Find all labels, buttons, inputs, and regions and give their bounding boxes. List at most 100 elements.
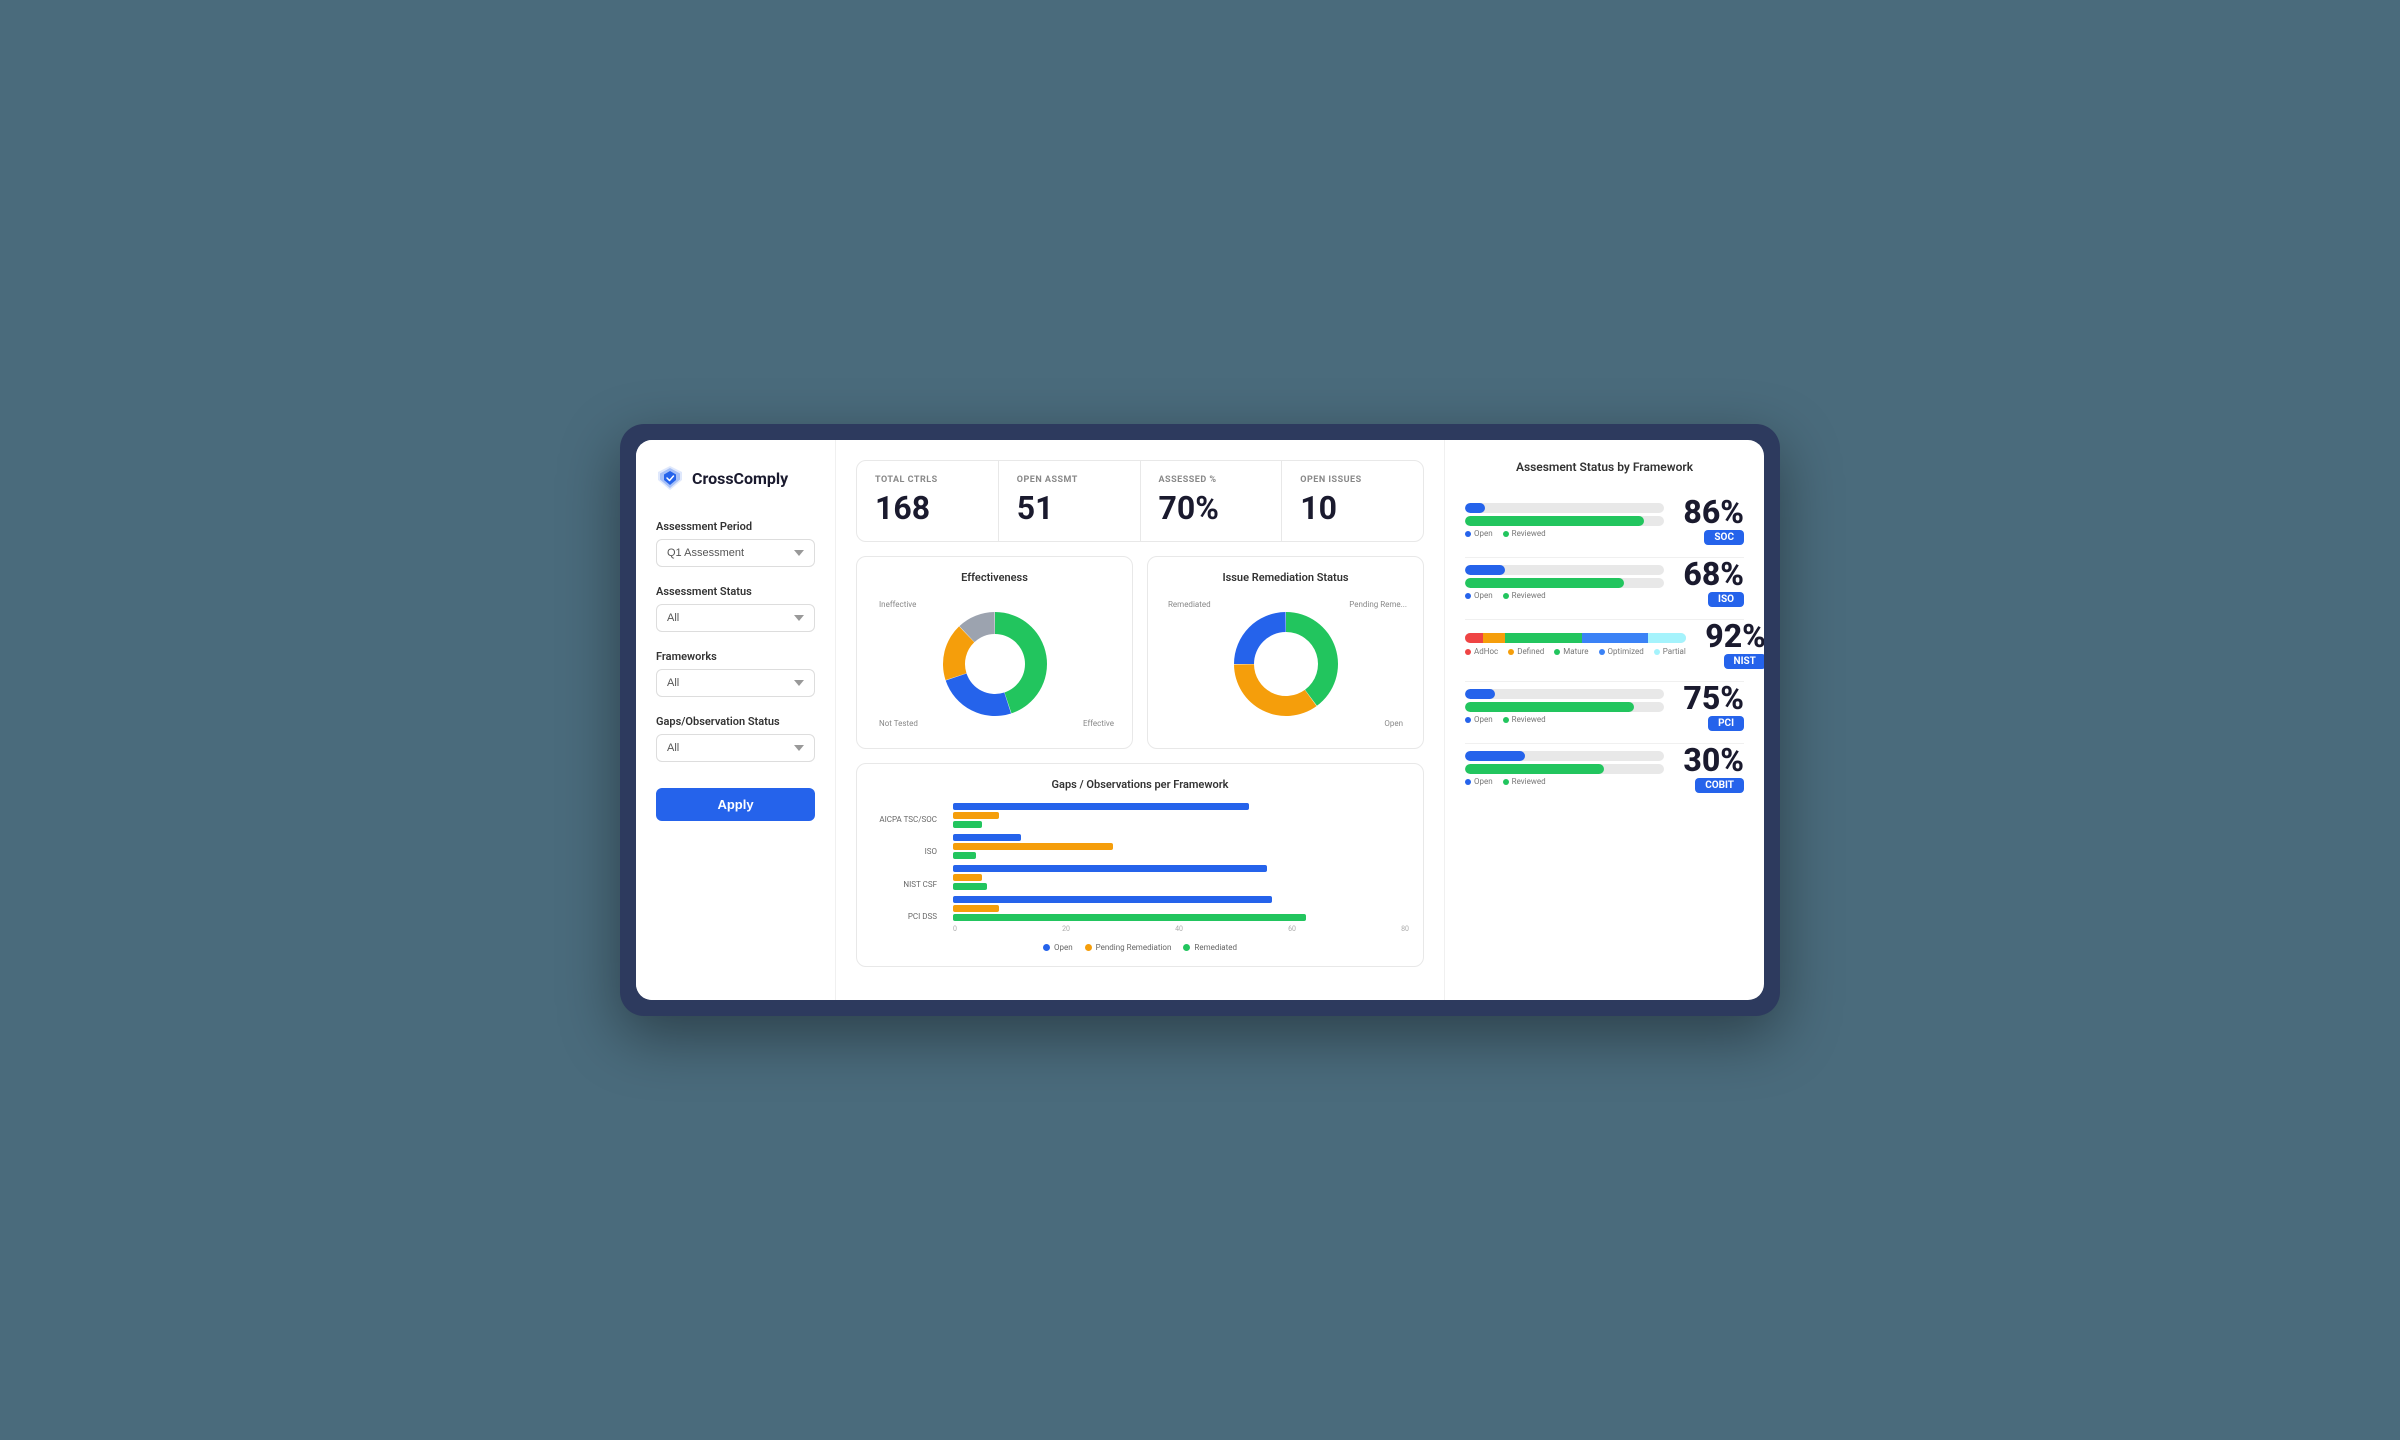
framework-entry-nist: AdHocDefinedMatureOptimizedPartial92%NIS… [1465,620,1744,682]
stat-card-open-issues: OPEN ISSUES10 [1282,461,1423,541]
nist-legend-item: Defined [1508,647,1544,656]
x-tick: 40 [1175,925,1183,933]
fw-legend-dot [1503,531,1509,537]
nist-seg-mature [1505,633,1582,643]
effectiveness-chart-card: Effectiveness Ineffective Not Tested Eff… [856,556,1133,749]
fw-reviewed-bar-track [1465,516,1664,526]
stat-value: 168 [875,489,980,527]
nist-seg-defined [1483,633,1505,643]
x-tick: 0 [953,925,957,933]
fw-open-bar-track [1465,503,1664,513]
filter-label-assessment_period: Assessment Period [656,520,815,533]
fw-bar-legend: OpenReviewed [1465,777,1664,786]
legend-dot [1043,944,1050,951]
filter-select-assessment_status[interactable]: AllOpenClosedIn Progress [656,604,815,632]
bar-pending-remediation [953,843,1113,850]
fw-pct-value: 30% [1683,744,1744,776]
nist-legend-label: Mature [1563,647,1588,656]
bar-row-label: PCI DSS [871,907,941,926]
fw-legend-label: Open [1474,529,1493,538]
fw-legend-item: Open [1465,777,1493,786]
ineffective-label: Ineffective [879,600,916,609]
fw-open-bar-track [1465,751,1664,761]
fw-right-col-cobit: 30% COBIT [1674,744,1744,793]
issue-remediation-donut-container: Remediated Pending Reme... Open [1162,594,1409,734]
fw-pct-value: 92% [1705,620,1764,652]
fw-pct-value: 75% [1683,682,1744,714]
logo-text: CrossComply [692,469,788,488]
fw-legend-label: Reviewed [1512,715,1546,724]
bar-chart-bars [953,803,1409,921]
filter-label-assessment_status: Assessment Status [656,585,815,598]
open-label: Open [1384,719,1403,728]
nist-legend-item: Mature [1554,647,1588,656]
effectiveness-donut-svg [930,599,1060,729]
nist-legend-dot [1554,649,1560,655]
nist-seg-adhoc [1465,633,1483,643]
fw-badge: PCI [1708,716,1744,731]
filter-select-gaps_observation_status[interactable]: AllOpenClosedPending [656,734,815,762]
x-tick: 80 [1401,925,1409,933]
filter-section-assessment_status: Assessment Status AllOpenClosedIn Progres… [656,585,815,632]
nottested-label: Not Tested [879,719,918,728]
issue-remediation-chart-title: Issue Remediation Status [1162,571,1409,584]
bar-remediated [953,883,987,890]
fw-legend-label: Open [1474,777,1493,786]
bar-legend: Open Pending Remediation Remediated [871,943,1409,952]
legend-item: Pending Remediation [1085,943,1172,952]
stat-label: TOTAL CTRLS [875,475,980,485]
legend-label: Open [1054,943,1073,952]
issue-remediation-donut-svg [1221,599,1351,729]
fw-open-bar-track [1465,689,1664,699]
legend-item: Open [1043,943,1073,952]
fw-open-bar-fill [1465,689,1495,699]
filter-select-assessment_period[interactable]: Q1 AssessmentQ2 AssessmentQ3 AssessmentQ… [656,539,815,567]
fw-legend-item: Reviewed [1503,715,1546,724]
filter-label-frameworks: Frameworks [656,650,815,663]
donut-slice-open [1286,612,1338,706]
nist-seg-partial [1648,633,1686,643]
nist-legend-label: Defined [1517,647,1544,656]
apply-button[interactable]: Apply [656,788,815,821]
fw-legend-item: Open [1465,715,1493,724]
gaps-chart-body: AICPA TSC/SOCISONIST CSFPCI DSS 02040608… [871,803,1409,933]
fw-right-col-pci: 75% PCI [1674,682,1744,731]
filter-select-frameworks[interactable]: AllSOCISONISTPCICOBIT [656,669,815,697]
bar-chart-bars-area: 020406080 [953,803,1409,933]
fw-badge: ISO [1708,592,1744,607]
legend-item: Remediated [1183,943,1237,952]
fw-bars-col-cobit: OpenReviewed [1465,751,1664,786]
donut-slice-not-tested [945,674,1010,716]
bar-chart-labels: AICPA TSC/SOCISONIST CSFPCI DSS [871,803,941,933]
sidebar: CrossComply Assessment Period Q1 Assessme… [636,440,836,1000]
nist-legend-item: Partial [1654,647,1686,656]
stats-row: TOTAL CTRLS168OPEN ASSMT51ASSESSED %70%O… [856,460,1424,542]
fw-badge: COBIT [1695,778,1744,793]
fw-legend-label: Reviewed [1512,529,1546,538]
bar-remediated [953,852,976,859]
sidebar-filters: Assessment Period Q1 AssessmentQ2 Assessm… [656,520,815,762]
fw-legend-dot [1465,779,1471,785]
filter-section-assessment_period: Assessment Period Q1 AssessmentQ2 Assessm… [656,520,815,567]
framework-entry-iso: OpenReviewed 68% ISO [1465,558,1744,620]
donut-slice-pending-reme... [1234,664,1317,716]
fw-bars-col-iso: OpenReviewed [1465,565,1664,600]
x-tick: 20 [1062,925,1070,933]
framework-entry-pci: Open Reviewed 75% PCI [1465,682,1744,744]
fw-legend-dot [1503,717,1509,723]
fw-pct-value: 68% [1683,558,1744,590]
bar-open [953,896,1272,903]
legend-label: Pending Remediation [1096,943,1172,952]
framework-entry-cobit: OpenReviewed 30% COBIT [1465,744,1744,805]
nist-legend-dot [1465,649,1471,655]
nist-legend-dot [1508,649,1514,655]
filter-section-gaps_observation_status: Gaps/Observation StatusAllOpenClosedPend… [656,715,815,762]
bar-row-label: NIST CSF [871,875,941,894]
fw-badge: NIST [1724,654,1764,669]
gaps-chart-title: Gaps / Observations per Framework [871,778,1409,791]
fw-bars-col-nist: AdHocDefinedMatureOptimizedPartial [1465,633,1686,656]
pending-reme-label: Pending Reme... [1349,600,1407,609]
fw-legend-label: Reviewed [1512,591,1546,600]
legend-label: Remediated [1194,943,1237,952]
fw-bar-legend: Open Reviewed [1465,529,1664,538]
